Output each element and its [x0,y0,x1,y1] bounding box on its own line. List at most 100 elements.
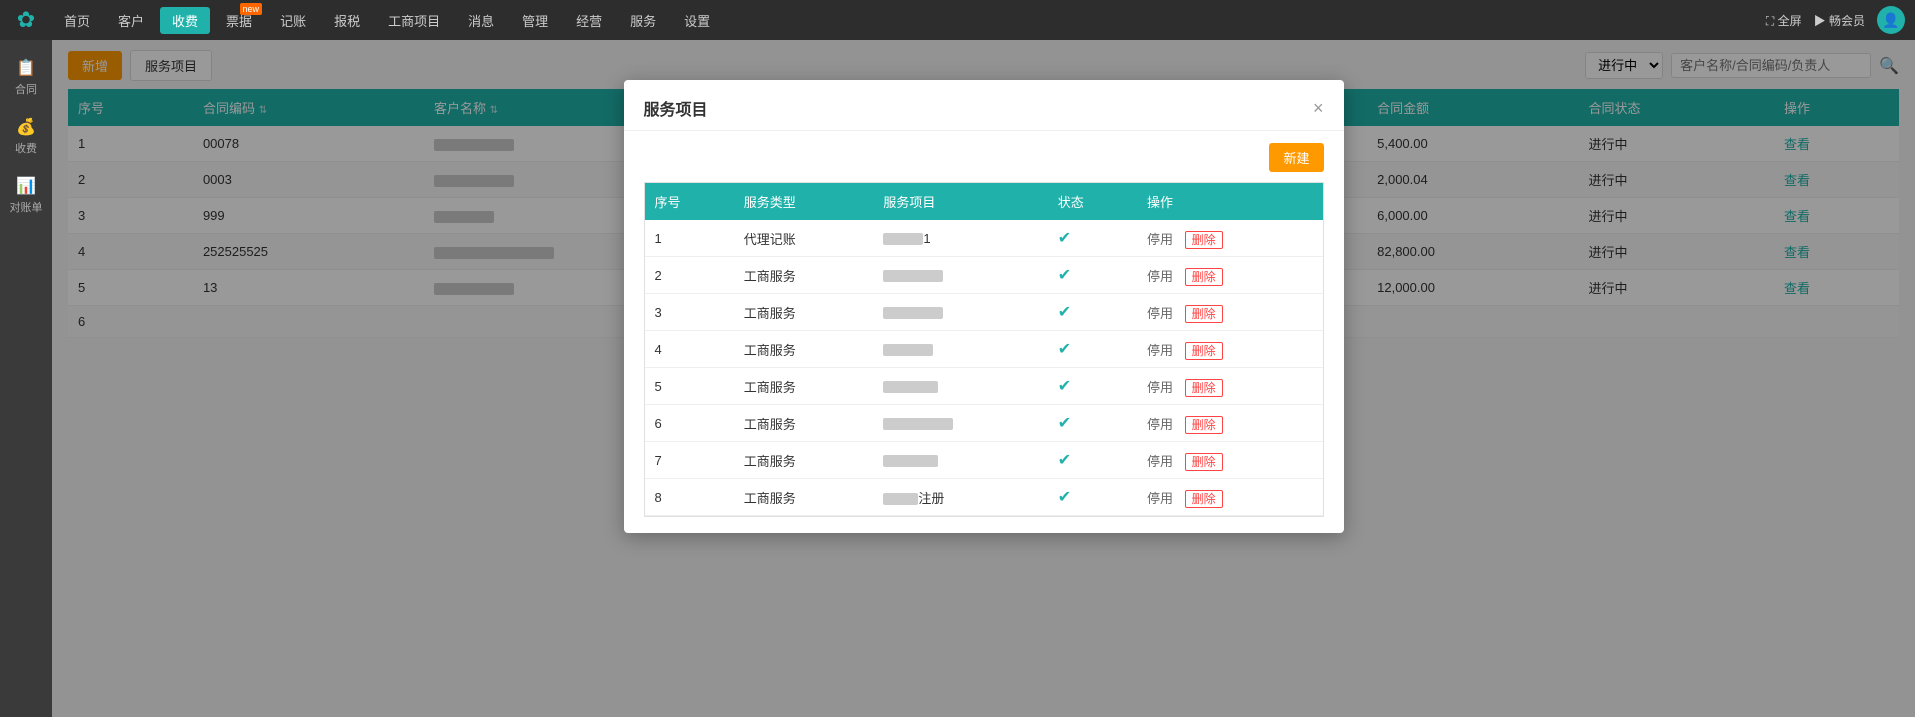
delete-button[interactable]: 删除 [1185,379,1223,397]
dialog-cell-status: ✔ [1048,331,1137,368]
sidebar-item-contract[interactable]: 📋 合同 [0,50,52,105]
dialog-cell-type: 代理记账 [734,220,874,257]
dialog-col-item: 服务项目 [873,183,1047,220]
nav-right: ⛶ 全屏 ▶ 畅会员 👤 [1766,6,1905,34]
dialog-cell-type: 工商服务 [734,442,874,479]
fee-icon: 💰 [16,117,36,137]
delete-button[interactable]: 删除 [1185,490,1223,508]
sidebar-item-statement[interactable]: 📊 对账单 [0,168,52,223]
dialog-cell-item [873,331,1047,368]
dialog-close-button[interactable]: × [1313,99,1324,117]
dialog-cell-action: 停用 删除 [1137,479,1323,516]
nav-operation[interactable]: 经营 [564,7,614,34]
service-dialog: 服务项目 × 新建 序号 服务类型 服务项目 [624,80,1344,533]
new-service-button[interactable]: 新建 [1269,143,1323,172]
dialog-table-wrap[interactable]: 序号 服务类型 服务项目 状态 操作 1 代理记账 [644,182,1324,517]
nav-items: 首页 客户 收费 票据 new 记账 报税 工商项目 消息 管理 经营 服务 设… [52,7,1766,34]
new-badge: new [240,3,263,15]
dialog-cell-item: 1 [873,220,1047,257]
fullscreen-btn[interactable]: ⛶ 全屏 [1766,12,1802,29]
list-item: 4 工商服务 ✔ 停用 删除 [645,331,1323,368]
nav-service[interactable]: 服务 [618,7,668,34]
dialog-cell-type: 工商服务 [734,257,874,294]
dialog-cell-status: ✔ [1048,442,1137,479]
content-area: 新增 服务项目 进行中 全部 已终止 🔍 序号 合同编码 [52,40,1915,717]
stop-button[interactable]: 停用 [1147,232,1173,247]
list-item: 1 代理记账 1 ✔ 停用 删除 [645,220,1323,257]
nav-ticket[interactable]: 票据 new [214,7,264,34]
modal-overlay: 服务项目 × 新建 序号 服务类型 服务项目 [52,40,1915,717]
nav-fee[interactable]: 收费 [160,7,210,34]
nav-tax[interactable]: 报税 [322,7,372,34]
nav-home[interactable]: 首页 [52,7,102,34]
dialog-body: 新建 序号 服务类型 服务项目 状态 操作 [624,131,1344,533]
dialog-cell-item [873,405,1047,442]
dialog-cell-status: ✔ [1048,294,1137,331]
member-btn[interactable]: ▶ 畅会员 [1814,12,1865,29]
nav-manage[interactable]: 管理 [510,7,560,34]
avatar[interactable]: 👤 [1877,6,1905,34]
sidebar-item-fee[interactable]: 💰 收费 [0,109,52,164]
dialog-cell-status: ✔ [1048,257,1137,294]
dialog-cell-action: 停用 删除 [1137,257,1323,294]
dialog-cell-item [873,368,1047,405]
list-item: 6 工商服务 ✔ 停用 删除 [645,405,1323,442]
dialog-cell-action: 停用 删除 [1137,368,1323,405]
dialog-cell-item: 注册 [873,479,1047,516]
dialog-cell-item [873,294,1047,331]
stop-button[interactable]: 停用 [1147,380,1173,395]
dialog-cell-seq: 6 [645,405,734,442]
delete-button[interactable]: 删除 [1185,416,1223,434]
dialog-header: 服务项目 × [624,80,1344,131]
dialog-cell-action: 停用 删除 [1137,220,1323,257]
delete-button[interactable]: 删除 [1185,231,1223,249]
service-table: 序号 服务类型 服务项目 状态 操作 1 代理记账 [645,183,1323,516]
list-item: 5 工商服务 ✔ 停用 删除 [645,368,1323,405]
dialog-cell-seq: 7 [645,442,734,479]
sidebar-item-statement-label: 对账单 [10,199,43,215]
dialog-cell-action: 停用 删除 [1137,294,1323,331]
dialog-cell-type: 工商服务 [734,368,874,405]
nav-business[interactable]: 工商项目 [376,7,452,34]
stop-button[interactable]: 停用 [1147,306,1173,321]
dialog-toolbar: 新建 [644,143,1324,172]
sidebar-item-fee-label: 收费 [15,140,37,156]
nav-customer[interactable]: 客户 [106,7,156,34]
stop-button[interactable]: 停用 [1147,417,1173,432]
list-item: 7 工商服务 ✔ 停用 删除 [645,442,1323,479]
statement-icon: 📊 [16,176,36,196]
list-item: 2 工商服务 ✔ 停用 删除 [645,257,1323,294]
dialog-col-action: 操作 [1137,183,1323,220]
dialog-cell-item [873,257,1047,294]
dialog-cell-item [873,442,1047,479]
dialog-cell-seq: 4 [645,331,734,368]
dialog-cell-status: ✔ [1048,405,1137,442]
dialog-col-seq: 序号 [645,183,734,220]
delete-button[interactable]: 删除 [1185,342,1223,360]
dialog-cell-seq: 1 [645,220,734,257]
list-item: 3 工商服务 ✔ 停用 删除 [645,294,1323,331]
dialog-cell-action: 停用 删除 [1137,405,1323,442]
stop-button[interactable]: 停用 [1147,343,1173,358]
nav-bookkeeping[interactable]: 记账 [268,7,318,34]
dialog-cell-seq: 8 [645,479,734,516]
dialog-cell-type: 工商服务 [734,294,874,331]
sidebar-item-contract-label: 合同 [15,81,37,97]
delete-button[interactable]: 删除 [1185,305,1223,323]
top-navigation: ✿ 首页 客户 收费 票据 new 记账 报税 工商项目 消息 管理 经营 服务… [0,0,1915,40]
dialog-cell-seq: 2 [645,257,734,294]
nav-message[interactable]: 消息 [456,7,506,34]
stop-button[interactable]: 停用 [1147,454,1173,469]
contract-icon: 📋 [16,58,36,78]
stop-button[interactable]: 停用 [1147,491,1173,506]
list-item: 8 工商服务 注册 ✔ 停用 删除 [645,479,1323,516]
dialog-cell-action: 停用 删除 [1137,442,1323,479]
dialog-col-status: 状态 [1048,183,1137,220]
stop-button[interactable]: 停用 [1147,269,1173,284]
delete-button[interactable]: 删除 [1185,268,1223,286]
dialog-cell-type: 工商服务 [734,405,874,442]
delete-button[interactable]: 删除 [1185,453,1223,471]
dialog-cell-status: ✔ [1048,479,1137,516]
dialog-cell-seq: 3 [645,294,734,331]
nav-settings[interactable]: 设置 [672,7,722,34]
